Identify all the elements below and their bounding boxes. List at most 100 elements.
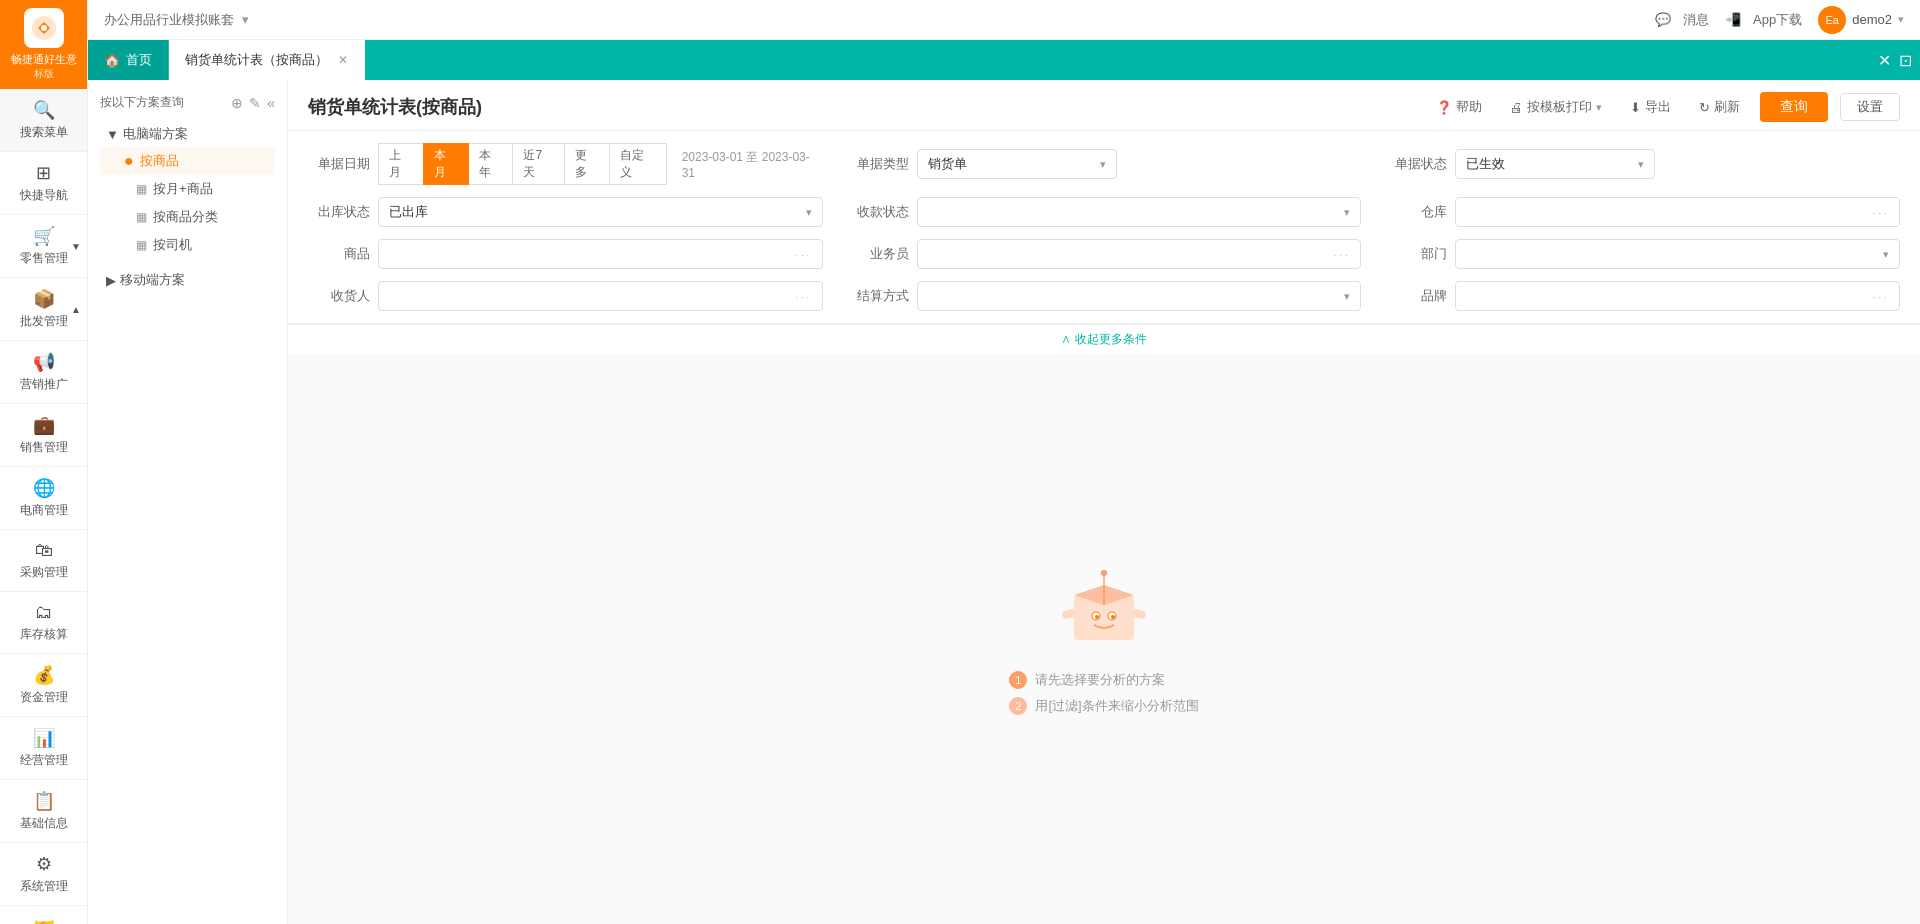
tab-home[interactable]: 🏠 首页 [88,40,169,80]
brand-field: 品牌 ··· [1385,281,1900,311]
dept-select[interactable]: ▾ [1455,239,1900,269]
brand-input[interactable]: ··· [1455,281,1900,311]
doc-status-select[interactable]: 已生效 ▾ [1455,149,1655,179]
sidebar-item-retail[interactable]: 🛒 零售管理 ▼ [0,215,87,278]
staff-input[interactable]: ··· [917,239,1362,269]
print-btn[interactable]: 🖨 按模板打印 ▾ [1502,94,1610,120]
download-icon: 📲 [1725,12,1741,27]
mobile-group-header[interactable]: ▶ 移动端方案 [100,267,275,293]
staff-dots: ··· [1334,247,1351,262]
sidebar-item-marketing[interactable]: 📢 营销推广 [0,341,87,404]
doc-type-field: 单据类型 销货单 ▾ [847,149,1362,179]
sidebar-item-operation[interactable]: 📊 经营管理 [0,717,87,780]
sidebar-item-base[interactable]: 📋 基础信息 [0,780,87,843]
desktop-group-header[interactable]: ▼ 电脑端方案 [100,121,275,147]
payment-field: 收款状态 ▾ [847,197,1362,227]
warehouse-input[interactable]: ··· [1455,197,1900,227]
tab-bar: 🏠 首页 销货单统计表（按商品） ✕ ✕ ⊡ [88,40,1920,80]
purchase-icon: 🛍 [35,540,53,561]
settlement-arrow: ▾ [1344,290,1350,303]
ecommerce-icon: 🌐 [33,477,55,499]
dropdown-arrow[interactable]: ▾ [242,12,249,27]
category-icon: ▦ [136,210,147,224]
tip-num-1: 1 [1009,671,1027,689]
cashier-icon: ▦ [136,238,147,252]
warehouse-field: 仓库 ··· [1385,197,1900,227]
date-tab-this-year[interactable]: 本年 [468,143,514,185]
content-area: 按以下方案查询 ⊕ ✎ « ▼ 电脑端方案 ● 按商品 [88,80,1920,924]
app-subtext: 标版 [34,67,54,81]
receiver-dots: ··· [795,289,812,304]
sidebar-item-inventory[interactable]: 🗂 库存核算 [0,592,87,654]
sidebar-item-quicknav[interactable]: ⊞ 快捷导航 [0,152,87,215]
empty-illustration [1054,555,1154,655]
sidebar-item-sales[interactable]: 💼 销售管理 [0,404,87,467]
payment-select[interactable]: ▾ [917,197,1362,227]
username: demo2 [1852,12,1892,27]
sidebar-item-finance[interactable]: 💰 资金管理 [0,654,87,717]
settlement-select[interactable]: ▾ [917,281,1362,311]
tree-item-cashier[interactable]: ▦ 按司机 [100,231,275,259]
product-input[interactable]: ··· [378,239,823,269]
add-scheme-btn[interactable]: ⊕ [231,95,243,111]
tree-item-category[interactable]: ▦ 按商品分类 [100,203,275,231]
window-close-icon[interactable]: ✕ [1878,51,1891,70]
collapse-btn[interactable]: ∧ 收起更多条件 [288,324,1920,354]
date-tab-this-month[interactable]: 本月 [423,143,469,185]
page-actions: ❓ 帮助 🖨 按模板打印 ▾ ⬇ 导出 ↻ 刷新 [1428,92,1900,122]
sidebar-item-system[interactable]: ⚙ 系统管理 [0,843,87,906]
page-header: 销货单统计表(按商品) ❓ 帮助 🖨 按模板打印 ▾ ⬇ 导出 [288,80,1920,131]
query-btn[interactable]: 查询 [1760,92,1828,122]
filter-row-2: 出库状态 已出库 ▾ 收款状态 ▾ 仓库 [308,197,1900,227]
tree-item-month-product[interactable]: ▦ 按月+商品 [100,175,275,203]
export-btn[interactable]: ⬇ 导出 [1622,94,1679,120]
tab-close-icon[interactable]: ✕ [338,53,348,67]
sidebar-item-search[interactable]: 🔍 搜索菜单 [0,89,87,152]
user-menu[interactable]: Ea demo2 ▾ [1818,6,1904,34]
receiver-input[interactable]: ··· [378,281,823,311]
messages-btn[interactable]: 💬 消息 [1655,11,1709,29]
brand-dots: ··· [1872,289,1889,304]
date-tab-custom[interactable]: 自定义 [609,143,667,185]
refresh-btn[interactable]: ↻ 刷新 [1691,94,1748,120]
doc-type-select[interactable]: 销货单 ▾ [917,149,1117,179]
sidebar-item-enterprise[interactable]: 🤝 企业协同 [0,906,87,924]
wholesale-icon: 📦 [33,288,55,310]
system-icon: ⚙ [36,853,52,875]
app-name: 畅捷通好生意 [11,52,77,67]
edit-scheme-btn[interactable]: ✎ [249,95,261,111]
sidebar-item-ecommerce[interactable]: 🌐 电商管理 [0,467,87,530]
filter-row-3: 商品 ··· 业务员 ··· 部门 [308,239,1900,269]
tab-stats[interactable]: 销货单统计表（按商品） ✕ [169,40,365,80]
dept-field: 部门 ▾ [1385,239,1900,269]
grid-icon: ⊞ [36,162,51,184]
help-btn[interactable]: ❓ 帮助 [1428,94,1490,120]
svg-point-8 [1095,615,1099,619]
dept-arrow: ▾ [1883,248,1889,261]
date-tab-last-month[interactable]: 上月 [378,143,424,185]
top-header: 办公用品行业模拟账套 ▾ 💬 消息 📲 App下载 Ea demo2 ▾ [88,0,1920,40]
sidebar-item-purchase[interactable]: 🛍 采购管理 [0,530,87,592]
product-dots: ··· [795,247,812,262]
date-filter-field: 单据日期 上月 本月 本年 近7天 更多 自定义 2023-03-01 至 20… [308,143,823,185]
group-expand-icon: ▼ [106,127,119,142]
settings-btn[interactable]: 设置 [1840,93,1900,121]
sidebar-item-wholesale[interactable]: 📦 批发管理 ▲ [0,278,87,341]
date-filter: 上月 本月 本年 近7天 更多 自定义 2023-03-01 至 2023-03… [378,143,823,185]
dept-label: 部门 [1385,245,1455,263]
scheme-header: 按以下方案查询 ⊕ ✎ « [88,88,287,117]
marketing-icon: 📢 [33,351,55,373]
settlement-field: 结算方式 ▾ [847,281,1362,311]
svg-point-1 [41,25,47,31]
header-right: 💬 消息 📲 App下载 Ea demo2 ▾ [1655,6,1904,34]
out-status-select[interactable]: 已出库 ▾ [378,197,823,227]
date-tab-7days[interactable]: 近7天 [512,143,565,185]
collapse-scheme-btn[interactable]: « [267,95,275,111]
date-tab-more[interactable]: 更多 [564,143,610,185]
payment-label: 收款状态 [847,203,917,221]
tree-item-by-product[interactable]: ● 按商品 [100,147,275,175]
app-download-btn[interactable]: 📲 App下载 [1725,11,1802,29]
enterprise-icon: 🤝 [33,916,55,924]
empty-tip-1: 1 请先选择要分析的方案 [1009,671,1198,689]
window-maximize-icon[interactable]: ⊡ [1899,51,1912,70]
